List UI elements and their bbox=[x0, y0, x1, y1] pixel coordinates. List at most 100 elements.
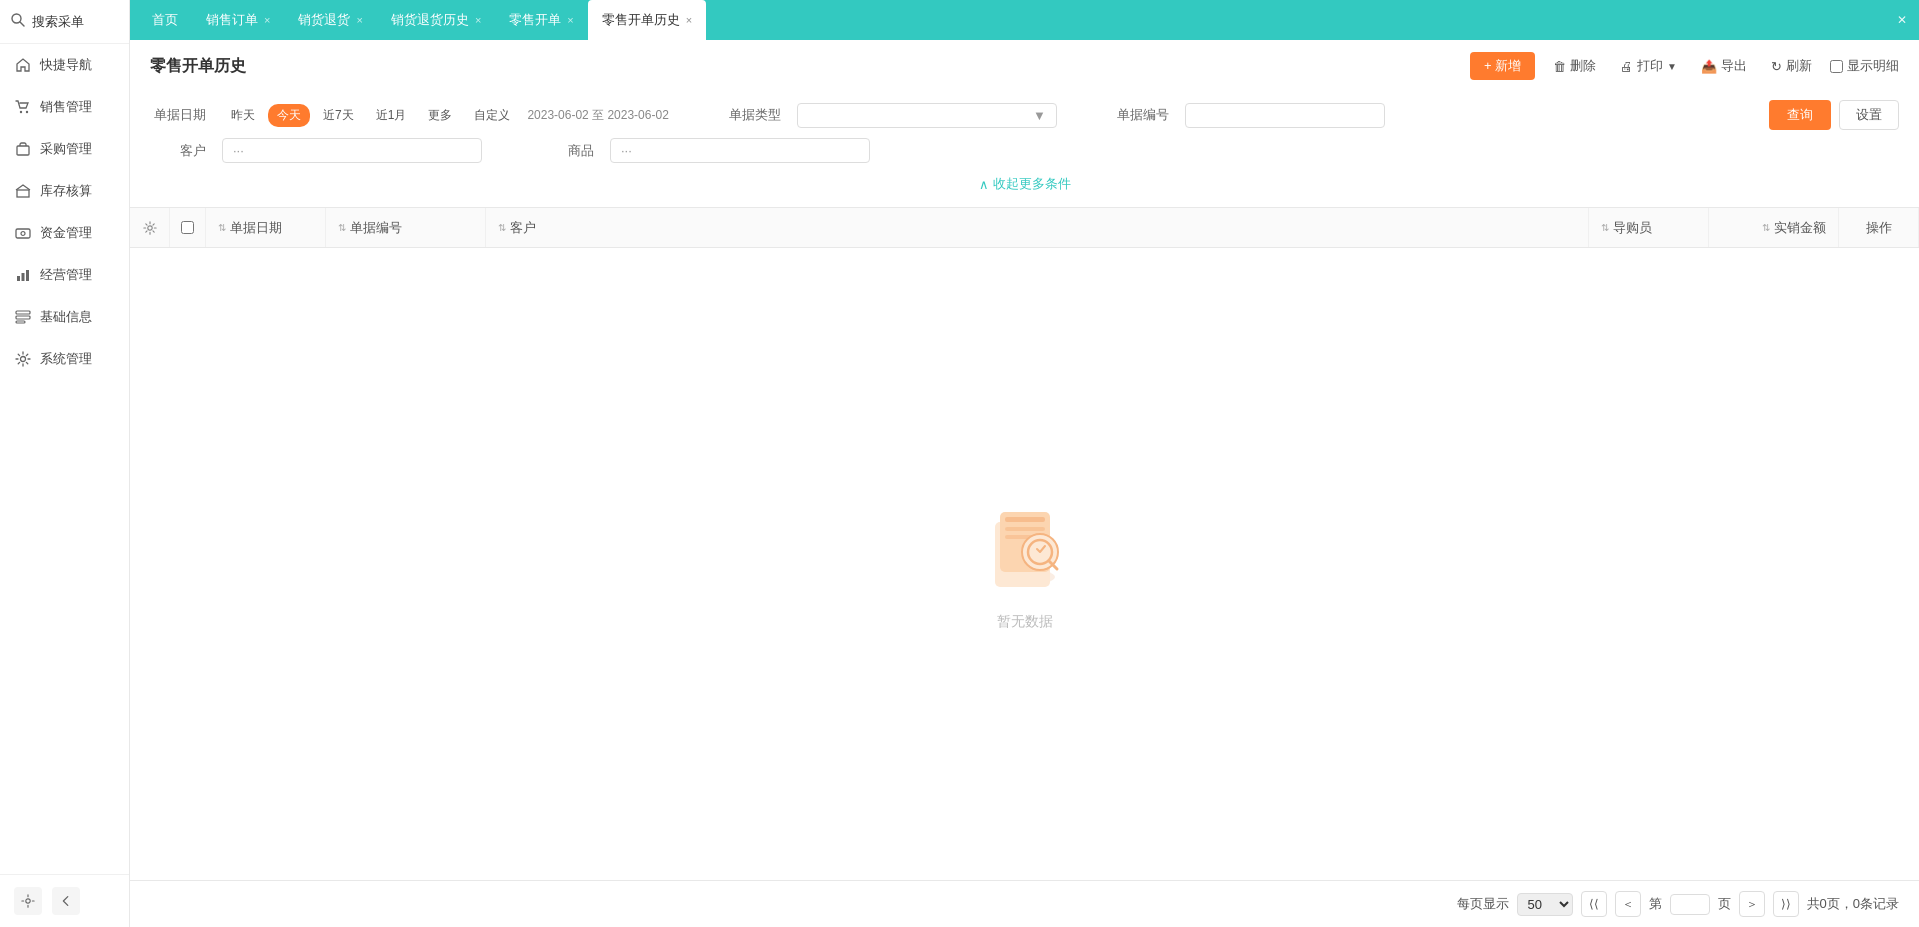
page-number-input[interactable]: 1 bbox=[1670, 894, 1710, 915]
tab-home[interactable]: 首页 bbox=[138, 0, 192, 40]
export-button[interactable]: 📤 导出 bbox=[1695, 53, 1753, 79]
refresh-button[interactable]: ↻ 刷新 bbox=[1765, 53, 1818, 79]
sidebar-item-purchase[interactable]: 采购管理 bbox=[0, 128, 129, 170]
order-type-label: 单据类型 bbox=[725, 106, 781, 124]
customer-input[interactable]: ··· bbox=[222, 138, 482, 163]
toolbar-actions: + 新增 🗑 删除 🖨 打印 ▼ 📤 导出 ↻ bbox=[1470, 52, 1899, 80]
last-page-btn[interactable]: ⟩⟩ bbox=[1773, 891, 1799, 917]
sidebar-bottom bbox=[0, 874, 129, 927]
tab-retail-history[interactable]: 零售开单历史 × bbox=[588, 0, 706, 40]
svg-point-3 bbox=[26, 111, 28, 113]
tab-retail-history-label: 零售开单历史 bbox=[602, 11, 680, 29]
th-guide[interactable]: ⇅ 导购员 bbox=[1589, 208, 1709, 247]
nav-sales-label: 销售管理 bbox=[40, 98, 92, 116]
sidebar-item-sales[interactable]: 销售管理 bbox=[0, 86, 129, 128]
sort-date-icon: ⇅ bbox=[218, 222, 226, 233]
tab-sales-return-history[interactable]: 销货退货历史 × bbox=[377, 0, 495, 40]
page-header: 零售开单历史 + 新增 🗑 删除 🖨 打印 ▼ 📤 导出 bbox=[130, 40, 1919, 208]
tab-sales-return-close[interactable]: × bbox=[356, 14, 362, 26]
th-settings[interactable] bbox=[130, 208, 170, 247]
tab-retail-open-close[interactable]: × bbox=[567, 14, 573, 26]
query-button[interactable]: 查询 bbox=[1769, 100, 1831, 130]
tab-sales-return[interactable]: 销货退货 × bbox=[284, 0, 376, 40]
settings-bottom-icon[interactable] bbox=[14, 887, 42, 915]
info-icon bbox=[14, 308, 32, 326]
th-date[interactable]: ⇅ 单据日期 bbox=[206, 208, 326, 247]
next-page-btn[interactable]: ＞ bbox=[1739, 891, 1765, 917]
sidebar-item-finance[interactable]: 资金管理 bbox=[0, 212, 129, 254]
svg-rect-21 bbox=[1005, 527, 1045, 531]
date-filter-label: 单据日期 bbox=[150, 106, 206, 124]
order-no-label: 单据编号 bbox=[1113, 106, 1169, 124]
refresh-label: 刷新 bbox=[1786, 57, 1812, 75]
prev-page-btn[interactable]: ＜ bbox=[1615, 891, 1641, 917]
display-detail-input[interactable] bbox=[1830, 60, 1843, 73]
th-date-label: 单据日期 bbox=[230, 219, 282, 237]
sidebar-item-operation[interactable]: 经营管理 bbox=[0, 254, 129, 296]
sort-guide-icon: ⇅ bbox=[1601, 222, 1609, 233]
print-arrow-icon: ▼ bbox=[1667, 61, 1677, 72]
nav-finance-label: 资金管理 bbox=[40, 224, 92, 242]
filter-area: 单据日期 昨天 今天 近7天 近1月 更多 自定义 2023-06-02 至 2… bbox=[150, 90, 1899, 207]
sort-no-icon: ⇅ bbox=[338, 222, 346, 233]
gear-icon bbox=[14, 350, 32, 368]
sidebar-item-basic[interactable]: 基础信息 bbox=[0, 296, 129, 338]
svg-rect-10 bbox=[26, 270, 29, 281]
tab-sales-order-close[interactable]: × bbox=[264, 14, 270, 26]
collapse-button[interactable]: ∧ 收起更多条件 bbox=[150, 171, 1899, 201]
delete-button[interactable]: 🗑 删除 bbox=[1547, 53, 1602, 79]
svg-rect-11 bbox=[16, 311, 30, 314]
select-all-checkbox[interactable] bbox=[181, 221, 194, 234]
tab-sales-order[interactable]: 销售订单 × bbox=[192, 0, 284, 40]
tabs-left: 首页 销售订单 × 销货退货 × 销货退货历史 × 零售开单 × 零售开单历史 … bbox=[138, 0, 706, 40]
th-amount-label: 实销金额 bbox=[1774, 219, 1826, 237]
add-button[interactable]: + 新增 bbox=[1470, 52, 1535, 80]
per-page-select[interactable]: 50 10 20 100 bbox=[1517, 893, 1573, 916]
nav-quick-label: 快捷导航 bbox=[40, 56, 92, 74]
tab-retail-history-close[interactable]: × bbox=[686, 14, 692, 26]
first-page-btn[interactable]: ⟨⟨ bbox=[1581, 891, 1607, 917]
box-icon bbox=[14, 140, 32, 158]
display-detail-checkbox[interactable]: 显示明细 bbox=[1830, 57, 1899, 75]
sidebar-item-inventory[interactable]: 库存核算 bbox=[0, 170, 129, 212]
print-icon: 🖨 bbox=[1620, 59, 1633, 74]
svg-line-1 bbox=[20, 22, 24, 26]
th-action-label: 操作 bbox=[1866, 219, 1892, 237]
th-check[interactable] bbox=[170, 208, 206, 247]
collapse-sidebar-icon[interactable] bbox=[52, 887, 80, 915]
sidebar-item-quick[interactable]: 快捷导航 bbox=[0, 44, 129, 86]
tabs-right: ✕ bbox=[1893, 11, 1911, 29]
tabs-bar: 首页 销售订单 × 销货退货 × 销货退货历史 × 零售开单 × 零售开单历史 … bbox=[130, 0, 1919, 40]
order-no-input[interactable] bbox=[1185, 103, 1385, 128]
sidebar-item-system[interactable]: 系统管理 bbox=[0, 338, 129, 380]
nav-system-label: 系统管理 bbox=[40, 350, 92, 368]
sidebar-search-label: 搜索采单 bbox=[32, 13, 84, 31]
svg-point-14 bbox=[21, 357, 26, 362]
date-btn-1month[interactable]: 近1月 bbox=[367, 104, 416, 127]
order-type-select[interactable]: ▼ bbox=[797, 103, 1057, 128]
goods-input[interactable]: ··· bbox=[610, 138, 870, 163]
sidebar-search[interactable]: 搜索采单 bbox=[0, 0, 129, 44]
svg-rect-20 bbox=[1005, 517, 1045, 522]
svg-point-16 bbox=[147, 225, 151, 229]
content-area: 零售开单历史 + 新增 🗑 删除 🖨 打印 ▼ 📤 导出 bbox=[130, 40, 1919, 927]
collapse-up-icon: ∧ bbox=[979, 177, 989, 192]
tab-sales-return-history-close[interactable]: × bbox=[475, 14, 481, 26]
date-btn-7days[interactable]: 近7天 bbox=[314, 104, 363, 127]
tab-close-all-btn[interactable]: ✕ bbox=[1893, 11, 1911, 29]
th-customer[interactable]: ⇅ 客户 bbox=[486, 208, 1589, 247]
settings-button[interactable]: 设置 bbox=[1839, 100, 1899, 130]
date-btn-yesterday[interactable]: 昨天 bbox=[222, 104, 264, 127]
date-btn-more[interactable]: 更多 bbox=[419, 104, 461, 127]
warehouse-icon bbox=[14, 182, 32, 200]
svg-point-15 bbox=[26, 899, 30, 903]
svg-point-7 bbox=[21, 232, 25, 236]
search-icon bbox=[10, 12, 26, 31]
th-amount[interactable]: ⇅ 实销金额 bbox=[1709, 208, 1839, 247]
tab-retail-open[interactable]: 零售开单 × bbox=[495, 0, 587, 40]
print-button[interactable]: 🖨 打印 ▼ bbox=[1614, 53, 1683, 79]
empty-icon bbox=[975, 497, 1075, 597]
date-btn-custom[interactable]: 自定义 bbox=[465, 104, 519, 127]
date-btn-today[interactable]: 今天 bbox=[268, 104, 310, 127]
th-no[interactable]: ⇅ 单据编号 bbox=[326, 208, 486, 247]
